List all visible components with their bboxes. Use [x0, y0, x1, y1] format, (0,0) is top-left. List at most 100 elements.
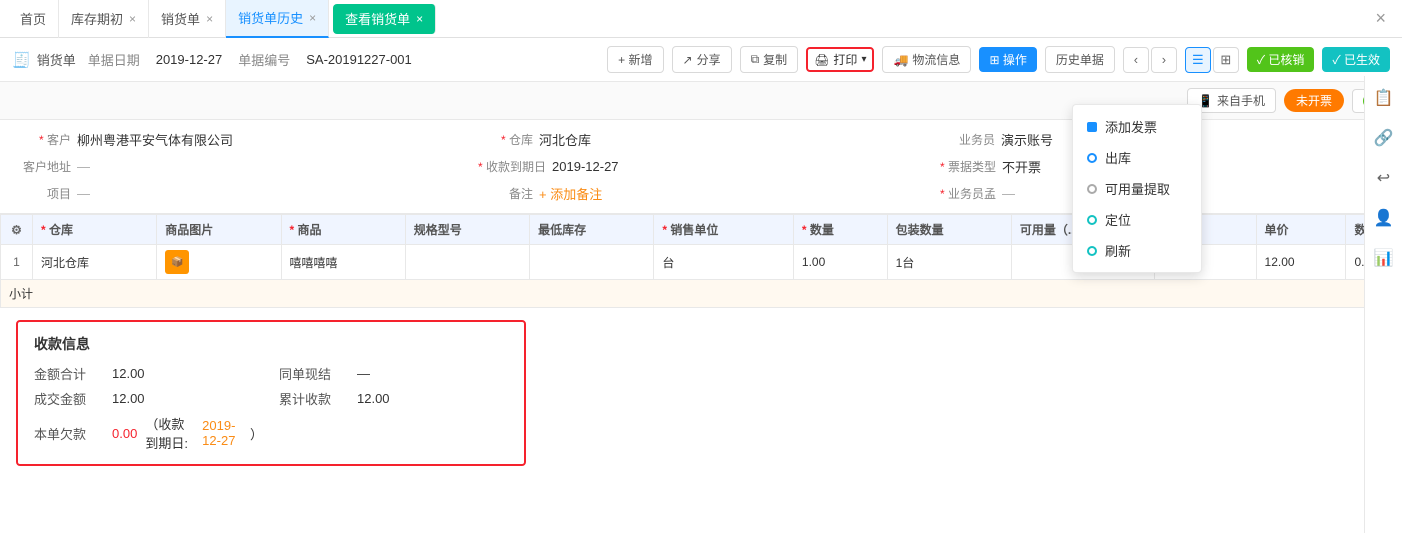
new-button[interactable]: + 新增: [607, 46, 663, 73]
row-min-stock: [530, 245, 654, 280]
print-icon: 🖨: [814, 53, 829, 67]
salesperson-value: 演示账号: [1001, 130, 1053, 149]
transaction-amount-label: 成交金额: [34, 389, 104, 408]
from-mobile-label: 来自手机: [1217, 92, 1265, 109]
tab-view-sales[interactable]: 查看销货单 ×: [333, 4, 436, 34]
tab-view-sales-close[interactable]: ×: [416, 12, 423, 26]
subtotal-row: 小计: [1, 280, 1402, 308]
copy-label: 复制: [763, 51, 787, 68]
accumulated-row: 累计收款 12.00: [279, 389, 508, 408]
payment-date-value: 2019-12-27: [552, 159, 619, 174]
sidebar-chart-icon[interactable]: 📊: [1370, 244, 1398, 272]
out-warehouse-icon: [1087, 153, 1097, 163]
tab-sales-history[interactable]: 销货单历史 ×: [226, 0, 329, 38]
note-label: 备注: [478, 185, 533, 202]
history-label: 历史单据: [1056, 51, 1104, 68]
copy-button[interactable]: ⧉ 复制: [740, 46, 799, 73]
operation-icon: ⊞: [989, 53, 999, 67]
warehouse-value: 河北仓库: [539, 130, 591, 149]
print-button[interactable]: 🖨 打印 ▾: [806, 47, 874, 72]
window-close-button[interactable]: ×: [1367, 8, 1394, 29]
locate-icon: [1087, 215, 1097, 225]
biz-person-value: —: [1002, 186, 1015, 201]
refresh-icon: [1087, 246, 1097, 256]
print-dropdown-arrow[interactable]: ▾: [861, 54, 866, 65]
tab-sales-order-close[interactable]: ×: [206, 12, 213, 26]
tab-sales-order-label: 销货单: [161, 9, 200, 28]
sidebar-return-icon[interactable]: ↩: [1370, 164, 1398, 192]
operation-button[interactable]: ⊞ 操作: [979, 47, 1036, 72]
note-field: 备注 + 添加备注: [478, 184, 924, 203]
logistics-label: 物流信息: [912, 51, 960, 68]
share-icon: ↗: [683, 53, 693, 67]
main-area: 📋 🔗 ↩ 👤 📊 ⬜ 🧾 销货单 单据日期 2019-12-27 单据编号 S…: [0, 38, 1402, 533]
address-field: 客户地址 —: [16, 157, 462, 176]
address-label: 客户地址: [16, 158, 71, 175]
out-warehouse-label: 出库: [1105, 148, 1131, 167]
nav-arrows: ‹ ›: [1123, 47, 1177, 73]
accumulated-label: 累计收款: [279, 389, 349, 408]
doc-meta: 单据日期 2019-12-27 单据编号 SA-20191227-001: [88, 50, 412, 69]
tab-sales-history-close[interactable]: ×: [309, 11, 316, 25]
dropdown-locate[interactable]: 定位: [1073, 204, 1201, 235]
share-label: 分享: [697, 51, 721, 68]
total-amount-row: 金额合计 12.00: [34, 364, 263, 383]
transaction-amount-row: 成交金额 12.00: [34, 389, 263, 408]
col-unit-price: 单价: [1256, 215, 1346, 245]
col-product: * 商品: [281, 215, 405, 245]
sidebar-user-icon[interactable]: 👤: [1370, 204, 1398, 232]
list-view-button[interactable]: ☰: [1185, 47, 1211, 73]
available-pickup-icon: [1087, 184, 1097, 194]
tab-home[interactable]: 首页: [8, 0, 59, 38]
payment-info-box: 收款信息 金额合计 12.00 同单现结 — 成交金额 12.00 累计收款 1…: [16, 320, 526, 466]
check-icon2: ✓: [1332, 53, 1340, 67]
col-pack-qty: 包装数量: [887, 215, 1011, 245]
share-button[interactable]: ↗ 分享: [672, 46, 732, 73]
effective-button[interactable]: ✓ 已生效: [1322, 47, 1390, 72]
current-owed-label: 本单欠款: [34, 424, 104, 443]
tab-inventory-open[interactable]: 库存期初 ×: [59, 0, 149, 38]
cancelled-button[interactable]: ✓ 已核销: [1247, 47, 1315, 72]
add-invoice-label: 添加发票: [1105, 117, 1157, 136]
row-product-img: 📦: [157, 245, 281, 280]
accumulated-value: 12.00: [357, 391, 390, 406]
transaction-amount-value: 12.00: [112, 391, 145, 406]
subtotal-label: 小计: [1, 280, 1402, 308]
total-amount-value: 12.00: [112, 366, 145, 381]
col-qty: * 数量: [793, 215, 887, 245]
not-open-button[interactable]: 未开票: [1284, 89, 1344, 112]
logistics-button[interactable]: 🚚 物流信息: [882, 46, 971, 73]
payment-title: 收款信息: [34, 334, 508, 354]
tab-home-label: 首页: [20, 9, 46, 28]
payment-date-field: 收款到期日 2019-12-27: [478, 157, 924, 176]
col-unit: * 销售单位: [654, 215, 794, 245]
doc-title-area: 🧾 销货单: [12, 50, 76, 69]
project-value: —: [77, 186, 90, 201]
row-spec: [405, 245, 529, 280]
next-button[interactable]: ›: [1151, 47, 1177, 73]
sidebar-link-icon[interactable]: 🔗: [1370, 124, 1398, 152]
tab-inventory-close[interactable]: ×: [129, 12, 136, 26]
row-unit-price: 12.00: [1256, 245, 1346, 280]
tab-sales-order[interactable]: 销货单 ×: [149, 0, 226, 38]
warehouse-label: 仓库: [478, 131, 533, 148]
customer-label: 客户: [16, 131, 71, 148]
dropdown-available-pickup[interactable]: 可用量提取: [1073, 173, 1201, 204]
col-warehouse: * 仓库: [33, 215, 157, 245]
tab-view-sales-label: 查看销货单: [345, 9, 410, 28]
history-button[interactable]: 历史单据: [1045, 46, 1115, 73]
same-order-row: 同单现结 —: [279, 364, 508, 383]
customer-field: 客户 柳州粤港平安气体有限公司: [16, 130, 462, 149]
note-add-btn[interactable]: + 添加备注: [539, 184, 602, 203]
payment-date-label: 收款到期日: [478, 158, 546, 175]
grid-view-button[interactable]: ⊞: [1213, 47, 1239, 73]
prev-button[interactable]: ‹: [1123, 47, 1149, 73]
owed-note: （收款到期日:: [145, 414, 194, 452]
dropdown-refresh[interactable]: 刷新: [1073, 235, 1201, 266]
dropdown-add-invoice[interactable]: 添加发票: [1073, 111, 1201, 142]
col-spec: 规格型号: [405, 215, 529, 245]
sidebar-doc-icon[interactable]: 📋: [1370, 84, 1398, 112]
dropdown-out-warehouse[interactable]: 出库: [1073, 142, 1201, 173]
row-warehouse: 河北仓库: [33, 245, 157, 280]
customer-value: 柳州粤港平安气体有限公司: [77, 130, 233, 149]
